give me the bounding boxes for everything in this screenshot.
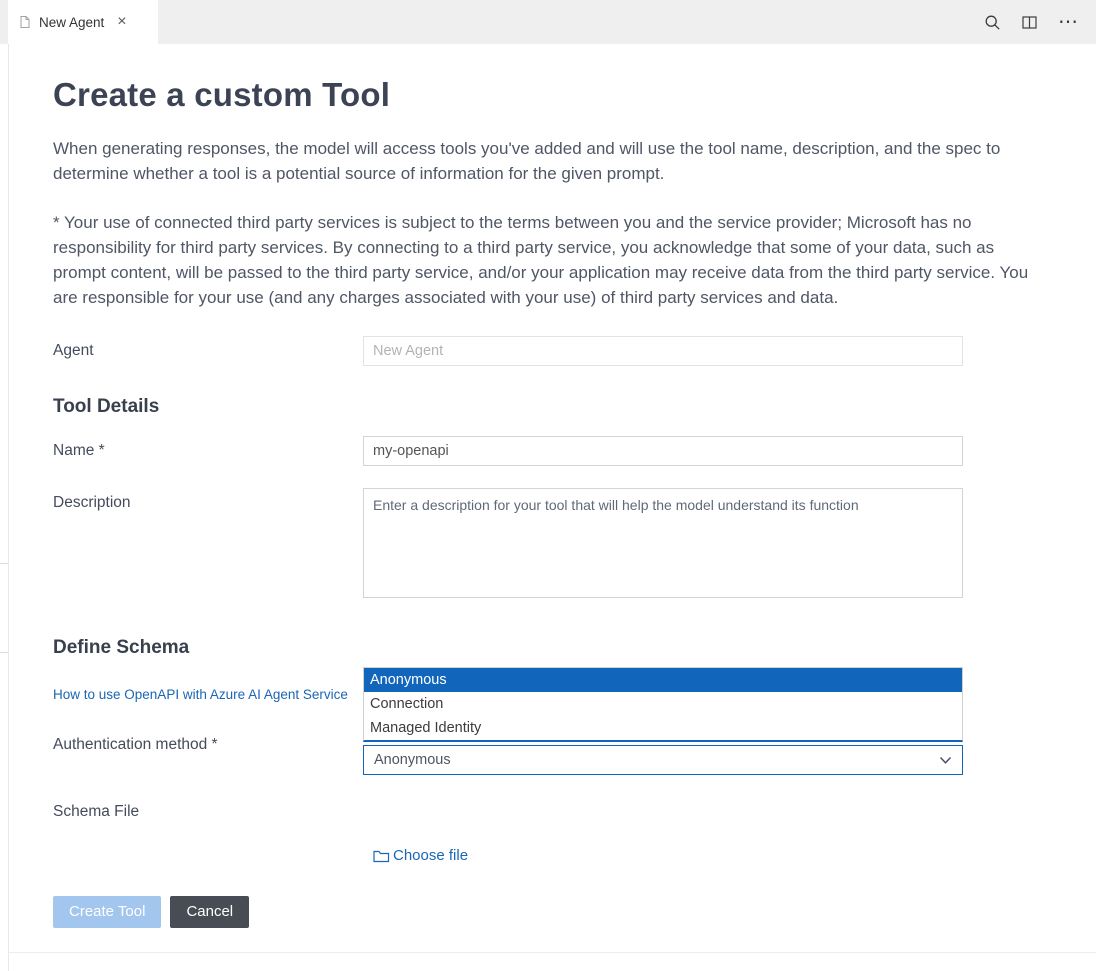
auth-method-label: Authentication method * bbox=[53, 736, 363, 754]
more-actions-icon[interactable]: ⋯ bbox=[1058, 12, 1078, 32]
file-icon bbox=[18, 15, 32, 29]
tab-close-icon[interactable]: × bbox=[117, 14, 126, 30]
cancel-button[interactable]: Cancel bbox=[170, 896, 249, 928]
search-icon[interactable] bbox=[984, 14, 1001, 31]
bottom-divider bbox=[8, 952, 1096, 953]
create-tool-button[interactable]: Create Tool bbox=[53, 896, 161, 928]
name-label: Name * bbox=[53, 436, 363, 466]
tab-new-agent[interactable]: New Agent × bbox=[8, 0, 158, 44]
schema-file-label: Schema File bbox=[53, 803, 363, 868]
page-title: Create a custom Tool bbox=[53, 76, 1040, 114]
choose-file-label: Choose file bbox=[393, 847, 468, 864]
disclaimer-paragraph: * Your use of connected third party serv… bbox=[53, 210, 1040, 310]
description-row: Description bbox=[53, 488, 963, 603]
description-textarea[interactable] bbox=[363, 488, 963, 598]
auth-option-anonymous[interactable]: Anonymous bbox=[364, 668, 962, 692]
agent-label: Agent bbox=[53, 336, 363, 366]
description-label: Description bbox=[53, 488, 363, 603]
auth-select-value: Anonymous bbox=[374, 752, 451, 768]
agent-input[interactable] bbox=[363, 336, 963, 366]
section-heading-define-schema: Define Schema bbox=[53, 637, 1040, 659]
button-row: Create Tool Cancel bbox=[53, 896, 1096, 928]
auth-block: How to use OpenAPI with Azure AI Agent S… bbox=[53, 667, 963, 775]
name-row: Name * bbox=[53, 436, 963, 466]
auth-option-managed-identity[interactable]: Managed Identity bbox=[364, 716, 962, 740]
schema-file-row: Schema File Choose file bbox=[53, 803, 963, 868]
tab-bar: New Agent × ⋯ bbox=[0, 0, 1096, 44]
intro-paragraph: When generating responses, the model wil… bbox=[53, 136, 1040, 186]
auth-dropdown-listbox: Anonymous Connection Managed Identity bbox=[363, 667, 963, 742]
folder-icon bbox=[373, 849, 390, 863]
choose-file-button[interactable]: Choose file bbox=[373, 847, 468, 864]
chevron-down-icon bbox=[939, 756, 952, 765]
gutter-mark bbox=[0, 563, 8, 564]
main-content: Create a custom Tool When generating res… bbox=[0, 44, 1096, 868]
tab-label: New Agent bbox=[39, 15, 104, 30]
openapi-docs-link[interactable]: How to use OpenAPI with Azure AI Agent S… bbox=[53, 687, 348, 702]
gutter-mark bbox=[0, 652, 8, 653]
section-heading-tool-details: Tool Details bbox=[53, 396, 1040, 418]
name-input[interactable] bbox=[363, 436, 963, 466]
auth-select[interactable]: Anonymous bbox=[363, 745, 963, 775]
split-editor-icon[interactable] bbox=[1021, 14, 1038, 31]
left-gutter-line bbox=[8, 44, 9, 971]
auth-option-connection[interactable]: Connection bbox=[364, 692, 962, 716]
agent-row: Agent bbox=[53, 336, 963, 366]
